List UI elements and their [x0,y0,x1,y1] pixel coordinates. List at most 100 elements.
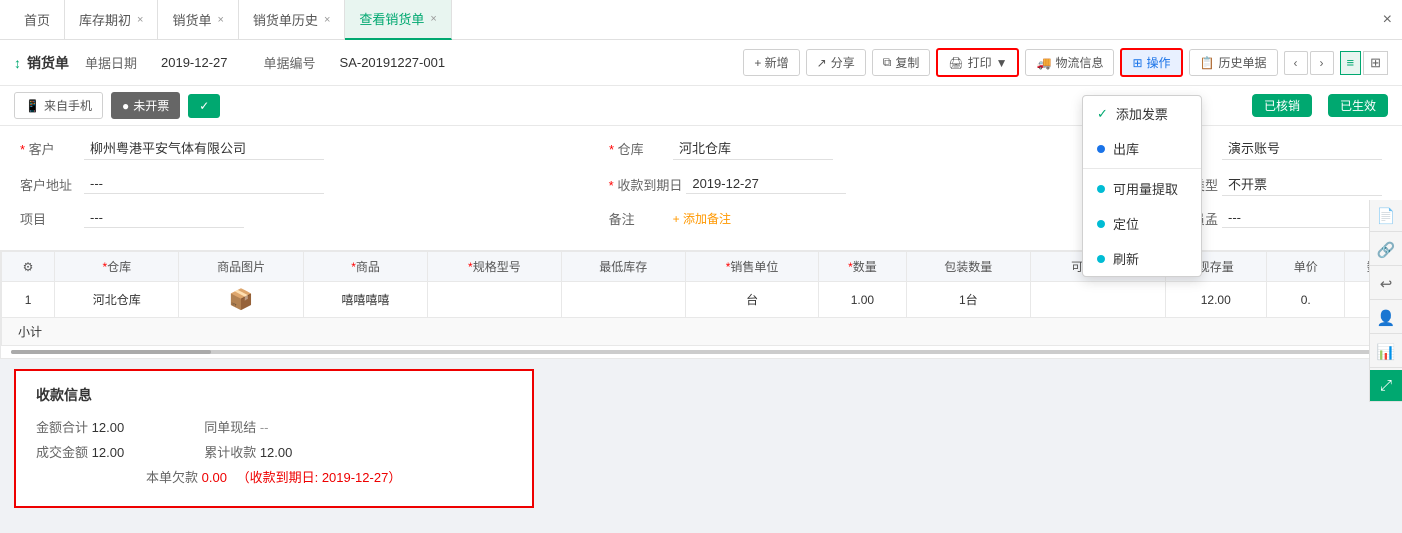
menu-locate[interactable]: 定位 [1083,206,1201,241]
warehouse-label: 仓库 [609,139,669,158]
history-button[interactable]: 📋 历史单据 [1189,49,1278,76]
menu-locate-label: 定位 [1113,214,1139,233]
dot-cyan-icon-2 [1097,220,1105,228]
address-value[interactable]: --- [84,174,324,194]
dropdown-divider [1083,168,1201,169]
menu-refresh-label: 刷新 [1113,249,1139,268]
doc-title-text: 销货单 [27,53,69,73]
view-toggle: ≡ ⊞ [1340,51,1389,75]
add-note-button[interactable]: + 添加备注 [673,210,731,227]
col-pack-qty: 包装数量 [906,252,1030,282]
scroll-thumb[interactable] [11,350,211,354]
payment-cumulative: 累计收款 12.00 [204,442,292,461]
dot-cyan-icon-3 [1097,255,1105,263]
share-button[interactable]: ↗ 分享 [806,49,866,76]
cell-spec[interactable] [428,282,561,318]
tab-inventory-label: 库存期初 [79,10,131,29]
date-label: 单据日期 [85,53,137,72]
menu-available-qty[interactable]: 可用量提取 [1083,171,1201,206]
tab-home[interactable]: 首页 [10,0,65,40]
not-open-label: 未开票 [133,97,169,114]
ticket-type-value[interactable]: 不开票 [1222,172,1382,196]
logistics-button[interactable]: 🚚 物流信息 [1025,49,1114,76]
print-arrow: ▼ [996,56,1008,70]
cell-available [1031,282,1166,318]
cell-unit-price[interactable]: 0. [1266,282,1344,318]
tab-inventory-close[interactable]: × [137,14,143,26]
col-unit-price: 单价 [1266,252,1344,282]
warehouse-value[interactable]: 河北仓库 [673,136,833,160]
print-button[interactable]: 🖨 打印 ▼ [936,48,1019,77]
cell-pack-qty[interactable]: 1台 [906,282,1030,318]
copy-button[interactable]: ⧉ 复制 [872,49,931,76]
right-tool-expand[interactable]: ⤢ [1370,370,1402,402]
print-label: 打印 [968,54,992,71]
dot-cyan-icon-1 [1097,185,1105,193]
note-label: 备注 [609,209,669,228]
tab-inventory[interactable]: 库存期初 × [65,0,158,40]
operation-icon: ⊞ [1132,56,1142,70]
from-phone-button[interactable]: 📱 来自手机 [14,92,103,119]
copy-label: 复制 [895,54,919,71]
tab-view-sales-close[interactable]: × [430,13,436,25]
cell-image: 📦 [179,282,303,318]
operation-dropdown: ✓ 添加发票 出库 可用量提取 定位 刷新 [1082,95,1202,277]
col-spec: *规格型号 [428,252,561,282]
next-button[interactable]: › [1310,51,1334,75]
tab-sales[interactable]: 销货单 × [158,0,238,40]
cell-quantity[interactable]: 1.00 [819,282,906,318]
prev-button[interactable]: ‹ [1284,51,1308,75]
toolbar: + 新增 ↗ 分享 ⧉ 复制 🖨 打印 ▼ 🚚 物流信息 ⊞ 操作 📋 历史单据… [743,48,1388,77]
due-date-value[interactable]: 2019-12-27 [686,174,846,194]
cell-warehouse[interactable]: 河北仓库 [55,282,179,318]
tab-history[interactable]: 销货单历史 × [239,0,345,40]
staff-value[interactable]: 演示账号 [1222,136,1382,160]
ticket-icon: ● [122,99,129,113]
right-tool-doc[interactable]: 📄 [1370,200,1402,232]
list-view-button[interactable]: ≡ [1340,51,1362,75]
check-button[interactable]: ✓ [188,94,220,118]
col-product: *商品 [303,252,427,282]
project-value[interactable]: --- [84,208,244,228]
col-settings[interactable]: ⚙ [2,252,55,282]
project-field: 项目 --- [20,208,569,228]
payment-deal-amount: 成交金额 12.00 [36,442,124,461]
doc-header: ↕ 销货单 单据日期 2019-12-27 单据编号 SA-20191227-0… [0,40,1402,86]
tab-history-close[interactable]: × [324,14,330,26]
check-mark-icon: ✓ [1097,106,1108,122]
grid-view-button[interactable]: ⊞ [1363,51,1388,75]
not-open-button[interactable]: ● 未开票 [111,92,180,119]
right-tool-chart[interactable]: 📊 [1370,336,1402,368]
scroll-track[interactable] [11,350,1391,354]
col-unit: *销售单位 [685,252,818,282]
doc-icon: ↕ [14,55,21,71]
subtotal-cell: 小计 [2,318,1401,346]
table-row: 1 河北仓库 📦 嘻嘻嘻嘻 台 1.00 1台 12.00 0. [2,282,1401,318]
history-label: 历史单据 [1218,54,1266,71]
payment-amount-total: 金额合计 12.00 [36,417,124,436]
window-close-button[interactable]: × [1383,11,1392,29]
cell-product[interactable]: 嘻嘻嘻嘻 [303,282,427,318]
menu-add-invoice[interactable]: ✓ 添加发票 [1083,96,1201,131]
right-tool-user[interactable]: 👤 [1370,302,1402,334]
menu-refresh[interactable]: 刷新 [1083,241,1201,276]
right-tool-rotate[interactable]: ↩ [1370,268,1402,300]
business-value[interactable]: --- [1222,208,1382,228]
right-tool-link[interactable]: 🔗 [1370,234,1402,266]
tab-view-sales[interactable]: 查看销货单 × [345,0,451,40]
print-icon: 🖨 [948,56,963,70]
menu-outbound[interactable]: 出库 [1083,131,1201,166]
add-button[interactable]: + 新增 [743,49,799,76]
cell-unit[interactable]: 台 [685,282,818,318]
operation-button[interactable]: ⊞ 操作 [1120,48,1182,77]
tab-view-sales-label: 查看销货单 [359,9,424,28]
tab-sales-close[interactable]: × [217,14,223,26]
scroll-area[interactable] [1,346,1401,358]
settings-icon[interactable]: ⚙ [23,260,34,274]
doc-title: ↕ 销货单 [14,53,69,73]
note-field: 备注 + 添加备注 [609,209,1158,228]
payment-info-box: 收款信息 金额合计 12.00 同单现结 -- 成交金额 12.00 累计收款 … [14,369,534,508]
no-value: SA-20191227-001 [340,55,446,70]
customer-value[interactable]: 柳州粤港平安气体有限公司 [84,136,324,160]
effective-badge: 已生效 [1328,94,1388,117]
